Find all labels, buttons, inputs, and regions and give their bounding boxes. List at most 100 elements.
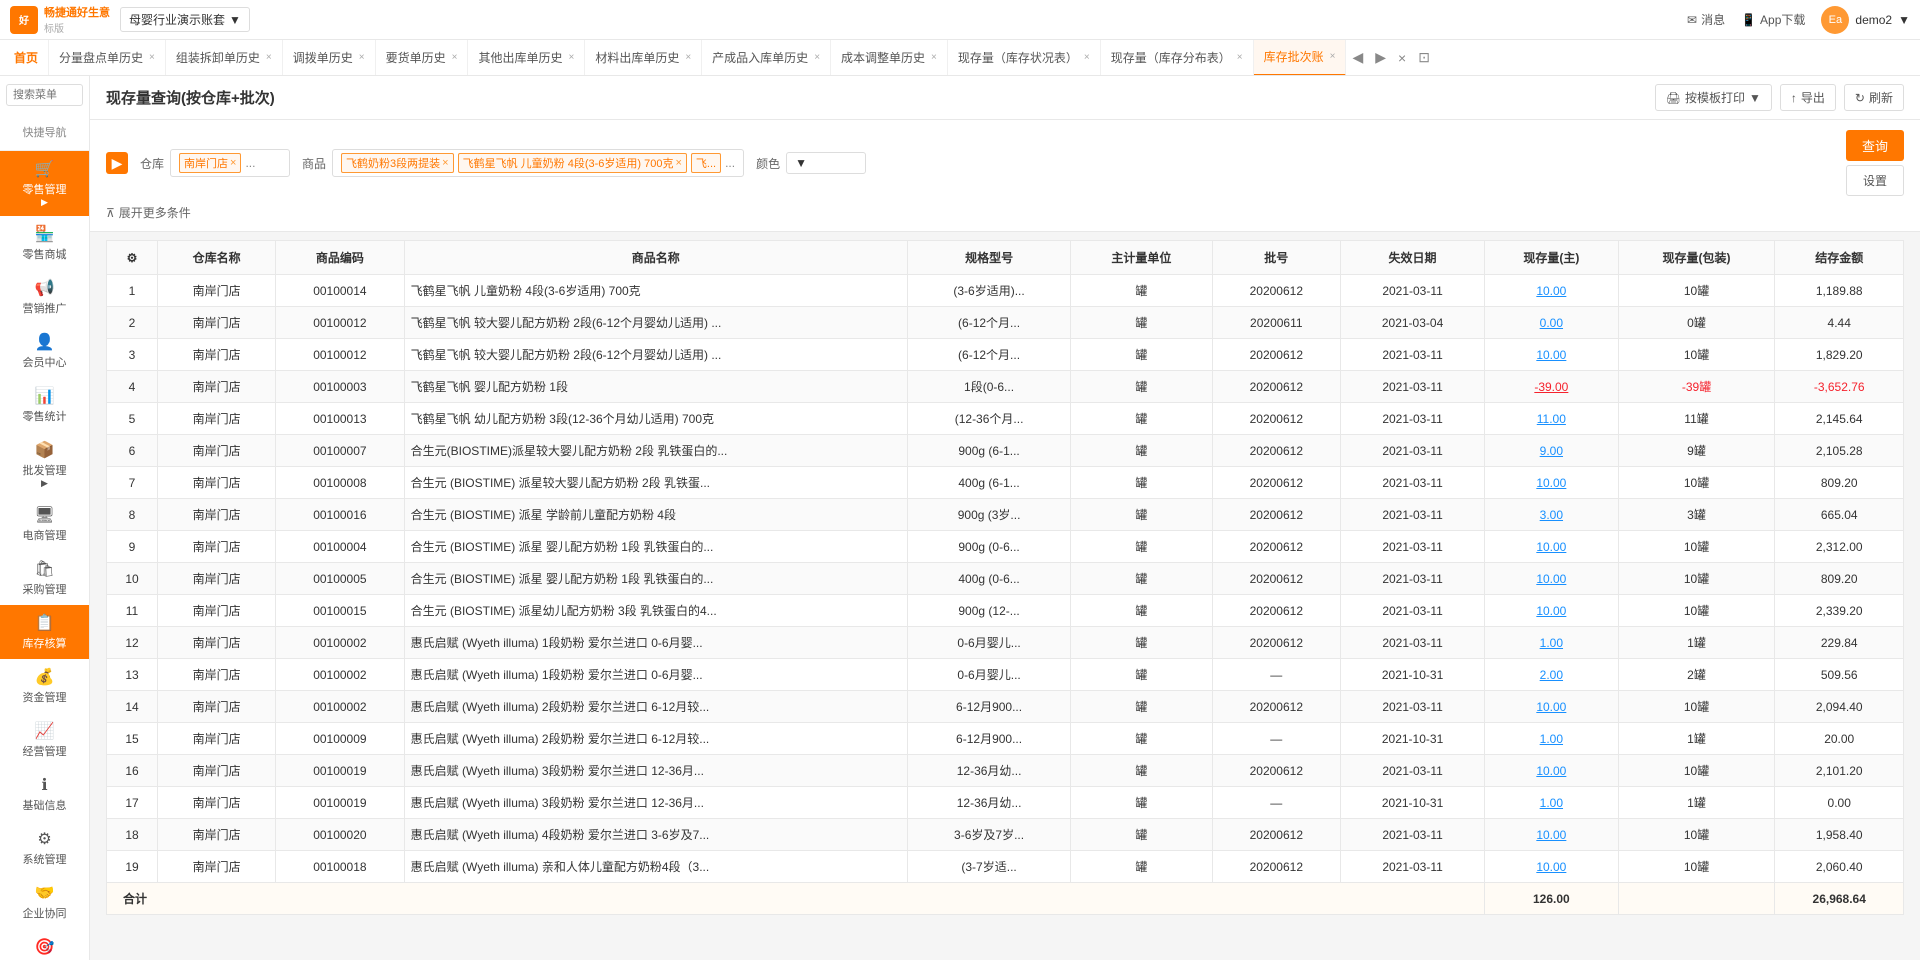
export-button[interactable]: ↑ 导出 — [1780, 84, 1836, 111]
tag-close-icon[interactable]: × — [230, 157, 236, 169]
cell-spec: 12-36月幼... — [907, 787, 1070, 819]
sidebar-item-system[interactable]: ⚙ 系统管理 — [0, 821, 89, 875]
cell-qty[interactable]: 3.00 — [1485, 499, 1619, 531]
sidebar-item-retail-mall[interactable]: 🏪 零售商城 — [0, 216, 89, 270]
filter-more-dots[interactable]: ... — [245, 156, 255, 170]
tab-yaohuo[interactable]: 要货单历史 × — [376, 40, 469, 76]
sidebar-item-basic-info[interactable]: ℹ 基础信息 — [0, 767, 89, 821]
cell-no: 7 — [107, 467, 158, 499]
tab-chengben[interactable]: 成本调整单历史 × — [831, 40, 948, 76]
inventory-table: ⚙ 仓库名称 商品编码 商品名称 规格型号 主计量单位 批号 失效日期 现存量(… — [106, 240, 1904, 915]
cell-qty[interactable]: 1.00 — [1485, 723, 1619, 755]
sidebar-item-guide[interactable]: 🎯 新手引导 — [0, 929, 89, 960]
tab-close-icon[interactable]: × — [149, 52, 155, 63]
tab-chanchenpin[interactable]: 产成品入库单历史 × — [702, 40, 831, 76]
sidebar-item-retail-mgmt[interactable]: 🛒 零售管理 ▶ — [0, 151, 89, 216]
user-area[interactable]: Ea demo2 ▼ — [1821, 6, 1910, 34]
cell-code: 00100019 — [276, 755, 405, 787]
product-tag-close-1[interactable]: × — [442, 157, 448, 169]
tab-close-icon[interactable]: × — [359, 52, 365, 63]
cell-qty[interactable]: 9.00 — [1485, 435, 1619, 467]
cell-qty[interactable]: -39.00 — [1485, 371, 1619, 403]
settings-button[interactable]: 设置 — [1846, 165, 1904, 196]
sidebar-item-retail-stats[interactable]: 📊 零售统计 — [0, 378, 89, 432]
tab-home[interactable]: 首页 — [4, 40, 49, 76]
cell-qty[interactable]: 1.00 — [1485, 627, 1619, 659]
tab-close-icon[interactable]: × — [1237, 52, 1243, 63]
tab-close-icon[interactable]: × — [452, 52, 458, 63]
cell-unit: 罐 — [1071, 723, 1212, 755]
cell-spec: 400g (6-1... — [907, 467, 1070, 499]
app-download-button[interactable]: 📱 App下载 — [1741, 11, 1805, 28]
cell-qty[interactable]: 10.00 — [1485, 563, 1619, 595]
cell-qty[interactable]: 10.00 — [1485, 275, 1619, 307]
col-name: 商品名称 — [404, 241, 907, 275]
cell-qty[interactable]: 10.00 — [1485, 819, 1619, 851]
cell-qty[interactable]: 10.00 — [1485, 691, 1619, 723]
tab-kucunpici[interactable]: 库存批次账 × — [1254, 40, 1347, 76]
color-filter-input[interactable]: ▼ — [786, 152, 866, 174]
tab-qitachu[interactable]: 其他出库单历史 × — [468, 40, 585, 76]
tab-close-icon[interactable]: × — [1330, 51, 1336, 62]
filter-expand-button[interactable]: ▶ — [106, 152, 128, 174]
cell-qty[interactable]: 2.00 — [1485, 659, 1619, 691]
sidebar-item-members[interactable]: 👤 会员中心 — [0, 324, 89, 378]
table-row: 6 南岸门店 00100007 合生元(BIOSTIME)派星较大婴儿配方奶粉 … — [107, 435, 1904, 467]
sidebar-item-marketing[interactable]: 📢 营销推广 — [0, 270, 89, 324]
cell-qty[interactable]: 10.00 — [1485, 755, 1619, 787]
cell-qty[interactable]: 10.00 — [1485, 467, 1619, 499]
warehouse-filter-tags[interactable]: 南岸门店 × ... — [170, 149, 290, 177]
tab-close-icon[interactable]: × — [568, 52, 574, 63]
cell-qty[interactable]: 10.00 — [1485, 595, 1619, 627]
tab-fenpan[interactable]: 分量盘点单历史 × — [49, 40, 166, 76]
cell-name: 惠氏启赋 (Wyeth illuma) 1段奶粉 爱尔兰进口 0-6月婴... — [404, 659, 907, 691]
industry-select[interactable]: 母婴行业演示账套 ▼ — [120, 7, 250, 32]
cell-unit: 罐 — [1071, 435, 1212, 467]
cell-warehouse: 南岸门店 — [158, 819, 276, 851]
cell-warehouse: 南岸门店 — [158, 851, 276, 883]
tab-close-icon[interactable]: × — [814, 52, 820, 63]
table-row: 10 南岸门店 00100005 合生元 (BIOSTIME) 派星 婴儿配方奶… — [107, 563, 1904, 595]
tab-close-icon[interactable]: × — [685, 52, 691, 63]
print-button[interactable]: 🖨 按模板打印 ▼ — [1655, 84, 1772, 111]
tab-tiaobo[interactable]: 调拨单历史 × — [283, 40, 376, 76]
cell-qty[interactable]: 0.00 — [1485, 307, 1619, 339]
tab-left-nav[interactable]: ◀ — [1346, 49, 1369, 66]
cell-no: 2 — [107, 307, 158, 339]
query-button[interactable]: 查询 — [1846, 130, 1904, 161]
tab-more[interactable]: ⊡ — [1412, 49, 1436, 66]
tab-cailiao[interactable]: 材料出库单历史 × — [585, 40, 702, 76]
tab-zuche[interactable]: 组装拆卸单历史 × — [166, 40, 283, 76]
tab-close-icon[interactable]: × — [931, 52, 937, 63]
cell-qty[interactable]: 10.00 — [1485, 851, 1619, 883]
sidebar-item-inventory[interactable]: 📋 库存核算 — [0, 605, 89, 659]
tab-kucunzhuang[interactable]: 现存量（库存状况表） × — [948, 40, 1101, 76]
expand-more-filters[interactable]: ⊼ 展开更多条件 — [106, 204, 1904, 221]
cell-qty[interactable]: 1.00 — [1485, 787, 1619, 819]
operations-icon: 📈 — [35, 721, 55, 741]
sidebar-item-operations[interactable]: 📈 经营管理 — [0, 713, 89, 767]
sidebar-item-wholesale[interactable]: 📦 批发管理 ▶ — [0, 432, 89, 497]
tab-right-nav[interactable]: ▶ — [1369, 49, 1392, 66]
sidebar-item-ecommerce[interactable]: 🖥 电商管理 — [0, 497, 89, 551]
sidebar-item-purchase[interactable]: 🛍 采购管理 — [0, 551, 89, 605]
tab-kucunfen[interactable]: 现存量（库存分布表） × — [1101, 40, 1254, 76]
message-button[interactable]: ✉ 消息 — [1687, 11, 1725, 28]
search-input[interactable] — [6, 84, 83, 106]
tab-close-all[interactable]: × — [1392, 50, 1412, 66]
cell-expire: 2021-10-31 — [1341, 723, 1485, 755]
tab-close-icon[interactable]: × — [266, 52, 272, 63]
cell-no: 14 — [107, 691, 158, 723]
col-settings[interactable]: ⚙ — [107, 241, 158, 275]
product-tag-close-2[interactable]: × — [675, 157, 681, 169]
table-wrapper: ⚙ 仓库名称 商品编码 商品名称 规格型号 主计量单位 批号 失效日期 现存量(… — [90, 232, 1920, 960]
product-more-dots[interactable]: ... — [725, 156, 735, 170]
product-filter-tags[interactable]: 飞鹤奶粉3段两提装 × 飞鹤星飞帆 儿童奶粉 4段(3-6岁适用) 700克 ×… — [332, 149, 744, 177]
tab-close-icon[interactable]: × — [1084, 52, 1090, 63]
sidebar-item-finance[interactable]: 💰 资金管理 — [0, 659, 89, 713]
refresh-button[interactable]: ↻ 刷新 — [1844, 84, 1904, 111]
sidebar-item-enterprise[interactable]: 🤝 企业协同 — [0, 875, 89, 929]
cell-qty[interactable]: 10.00 — [1485, 531, 1619, 563]
cell-qty[interactable]: 11.00 — [1485, 403, 1619, 435]
cell-qty[interactable]: 10.00 — [1485, 339, 1619, 371]
